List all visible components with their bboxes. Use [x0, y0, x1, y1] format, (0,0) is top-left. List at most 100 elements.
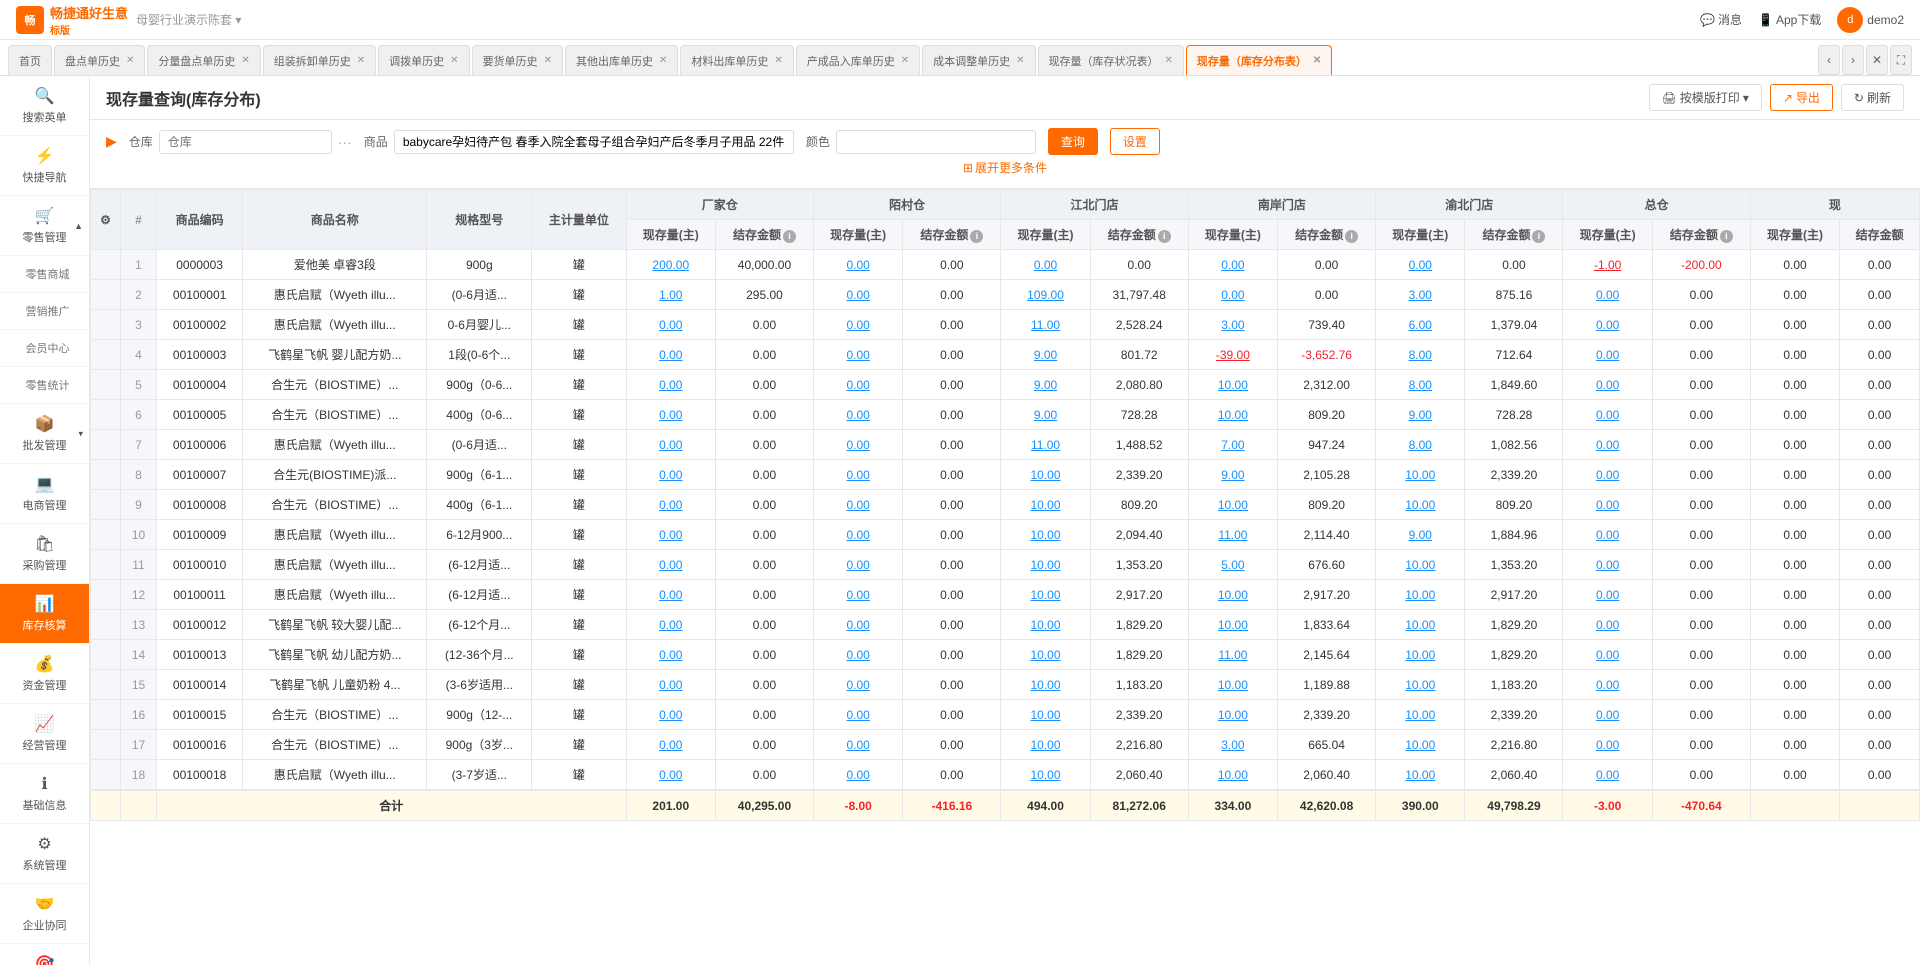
retail-expand-icon: ▲: [74, 221, 83, 231]
sidebar-item-wholesale[interactable]: 📦 批发管理 ▾: [0, 404, 89, 464]
tab-11[interactable]: 现存量（库存分布表） ✕: [1186, 45, 1332, 75]
tab-close-11[interactable]: ✕: [1313, 55, 1321, 66]
query-btn[interactable]: 查询: [1048, 128, 1098, 155]
settings-btn[interactable]: 设置: [1110, 128, 1160, 155]
expand-conditions-btn[interactable]: ⊞ 展开更多条件: [963, 159, 1047, 176]
tab-5[interactable]: 要货单历史 ✕: [472, 45, 563, 75]
app-icon: 📱: [1758, 13, 1773, 27]
sidebar-item-finance[interactable]: 💰 资金管理: [0, 644, 89, 704]
tab-nav-close[interactable]: ✕: [1866, 45, 1888, 75]
table-row: 200100001惠氏启赋（Wyeth illu...(0-6月适...罐1.0…: [91, 280, 1920, 310]
mc-amt-info[interactable]: i: [970, 230, 983, 243]
table-row: 1600100015合生元（BIOSTIME）...900g（12-...罐0.…: [91, 700, 1920, 730]
table-row: 700100006惠氏启赋（Wyeth illu...(0-6月适...罐0.0…: [91, 430, 1920, 460]
tab-10[interactable]: 现存量（库存状况表） ✕: [1038, 45, 1184, 75]
filter-collapse-btn[interactable]: ▶: [106, 133, 117, 150]
tab-nav-prev[interactable]: ‹: [1818, 45, 1840, 75]
col-group-yb: 渝北门店: [1376, 190, 1563, 220]
sidebar-item-member[interactable]: 会员中心: [0, 330, 89, 367]
sidebar-item-basics[interactable]: ℹ 基础信息: [0, 764, 89, 824]
tab-close-4[interactable]: ✕: [450, 55, 458, 66]
sidebar-item-retail[interactable]: 🛒 零售管理 ▲: [0, 196, 89, 256]
col-code-header: 商品编码: [157, 190, 243, 250]
warehouse-input[interactable]: [159, 130, 332, 154]
user-area[interactable]: d demo2: [1837, 7, 1904, 33]
tab-close-3[interactable]: ✕: [357, 55, 365, 66]
top-bar-right: 💬 消息 📱 App下载 d demo2: [1700, 7, 1904, 33]
tab-close-8[interactable]: ✕: [901, 55, 909, 66]
col-settings-header[interactable]: ⚙: [91, 190, 121, 250]
zc-amt-info[interactable]: i: [1720, 230, 1733, 243]
tab-3[interactable]: 组装拆卸单历史 ✕: [263, 45, 376, 75]
filter-row-1: ▶ 仓库 ··· 商品 颜色 查询 设置: [106, 128, 1904, 155]
col-mc-amt: 结存金额i: [903, 220, 1001, 250]
table-row: 1400100013飞鹤星飞帆 幼儿配方奶...(12-36个月...罐0.00…: [91, 640, 1920, 670]
jb-amt-info[interactable]: i: [1158, 230, 1171, 243]
operations-icon: 📈: [6, 714, 83, 734]
tab-close-9[interactable]: ✕: [1016, 55, 1024, 66]
export-btn[interactable]: ↗ 导出: [1770, 84, 1833, 111]
sidebar-item-inventory[interactable]: 📊 库存核算: [0, 584, 89, 644]
sidebar-item-operations[interactable]: 📈 经营管理: [0, 704, 89, 764]
logo-text: 畅捷通好生意: [50, 3, 128, 22]
company-dropdown[interactable]: 母婴行业演示陈套 ▾: [136, 11, 241, 28]
table-row: 1000100009惠氏启赋（Wyeth illu...6-12月900...罐…: [91, 520, 1920, 550]
tab-2[interactable]: 分量盘点单历史 ✕: [147, 45, 260, 75]
sidebar-item-ecommerce[interactable]: 💻 电商管理: [0, 464, 89, 524]
cy-amt-info[interactable]: i: [783, 230, 796, 243]
goods-input[interactable]: [394, 130, 794, 154]
sidebar-item-nav[interactable]: ⚡ 快捷导航: [0, 136, 89, 196]
tab-close-7[interactable]: ✕: [774, 55, 782, 66]
tab-close-5[interactable]: ✕: [544, 55, 552, 66]
col-yb-qty: 现存量(主): [1376, 220, 1465, 250]
sidebar-item-marketing[interactable]: 营销推广: [0, 293, 89, 330]
basics-icon: ℹ: [6, 774, 83, 794]
na-amt-info[interactable]: i: [1345, 230, 1358, 243]
tab-1[interactable]: 盘点单历史 ✕: [54, 45, 145, 75]
top-bar-left: 畅 畅捷通好生意 标版 母婴行业演示陈套 ▾: [16, 3, 241, 37]
refresh-btn[interactable]: ↻ 刷新: [1841, 84, 1904, 111]
main-layout: 🔍 搜索英单 ⚡ 快捷导航 🛒 零售管理 ▲ 零售商城 营销推广 会员中心 零售…: [0, 76, 1920, 965]
message-btn[interactable]: 💬 消息: [1700, 11, 1742, 28]
tab-nav-expand[interactable]: ⛶: [1890, 45, 1912, 75]
system-icon: ⚙: [6, 834, 83, 854]
tab-4[interactable]: 调拨单历史 ✕: [378, 45, 469, 75]
sidebar-item-search[interactable]: 🔍 搜索英单: [0, 76, 89, 136]
warehouse-dots-btn[interactable]: ···: [338, 134, 352, 150]
tab-home[interactable]: 首页: [8, 45, 52, 75]
col-spec-header: 规格型号: [427, 190, 532, 250]
table-row: 800100007合生元(BIOSTIME)派...900g（6-1...罐0.…: [91, 460, 1920, 490]
tab-close-2[interactable]: ✕: [241, 55, 249, 66]
expand-row: ⊞ 展开更多条件: [106, 155, 1904, 180]
search-icon: 🔍: [6, 86, 83, 106]
avatar: d: [1837, 7, 1863, 33]
sidebar-item-collab[interactable]: 🤝 企业协同: [0, 884, 89, 944]
tab-close-10[interactable]: ✕: [1165, 55, 1173, 66]
retail-icon: 🛒: [6, 206, 83, 226]
col-cy-amt: 结存金额i: [715, 220, 813, 250]
sidebar-item-guide[interactable]: 🎯 新手引导: [0, 944, 89, 965]
tab-7[interactable]: 材料出库单历史 ✕: [680, 45, 793, 75]
sidebar-item-retail-stats[interactable]: 零售统计: [0, 367, 89, 404]
table-row: 500100004合生元（BIOSTIME）...900g（0-6...罐0.0…: [91, 370, 1920, 400]
finance-icon: 💰: [6, 654, 83, 674]
sidebar-item-mall[interactable]: 零售商城: [0, 256, 89, 293]
table-row: 1100100010惠氏启赋（Wyeth illu...(6-12月适...罐0…: [91, 550, 1920, 580]
tab-close-6[interactable]: ✕: [659, 55, 667, 66]
dropdown-arrow-icon: ▾: [235, 13, 241, 27]
sidebar-item-purchase[interactable]: 🛍 采购管理: [0, 524, 89, 584]
sidebar-item-system[interactable]: ⚙ 系统管理: [0, 824, 89, 884]
tab-9[interactable]: 成本调整单历史 ✕: [922, 45, 1035, 75]
tab-6[interactable]: 其他出库单历史 ✕: [565, 45, 678, 75]
app-download-btn[interactable]: 📱 App下载: [1758, 11, 1821, 28]
totals-row: 合计201.0040,295.00-8.00-416.16494.0081,27…: [91, 790, 1920, 821]
tab-close-1[interactable]: ✕: [126, 55, 134, 66]
print-btn[interactable]: 🖨 按模版打印 ▾: [1649, 84, 1762, 111]
tab-bar-inner: 首页 盘点单历史 ✕ 分量盘点单历史 ✕ 组装拆卸单历史 ✕ 调拨单历史 ✕ 要…: [8, 45, 1816, 75]
tab-nav-next[interactable]: ›: [1842, 45, 1864, 75]
table-row: 10000003爱他美 卓睿3段900g罐200.0040,000.000.00…: [91, 250, 1920, 280]
yb-amt-info[interactable]: i: [1532, 230, 1545, 243]
top-bar: 畅 畅捷通好生意 标版 母婴行业演示陈套 ▾ 💬 消息 📱 App下载 d de…: [0, 0, 1920, 40]
tab-8[interactable]: 产成品入库单历史 ✕: [796, 45, 920, 75]
color-input[interactable]: [836, 130, 1036, 154]
